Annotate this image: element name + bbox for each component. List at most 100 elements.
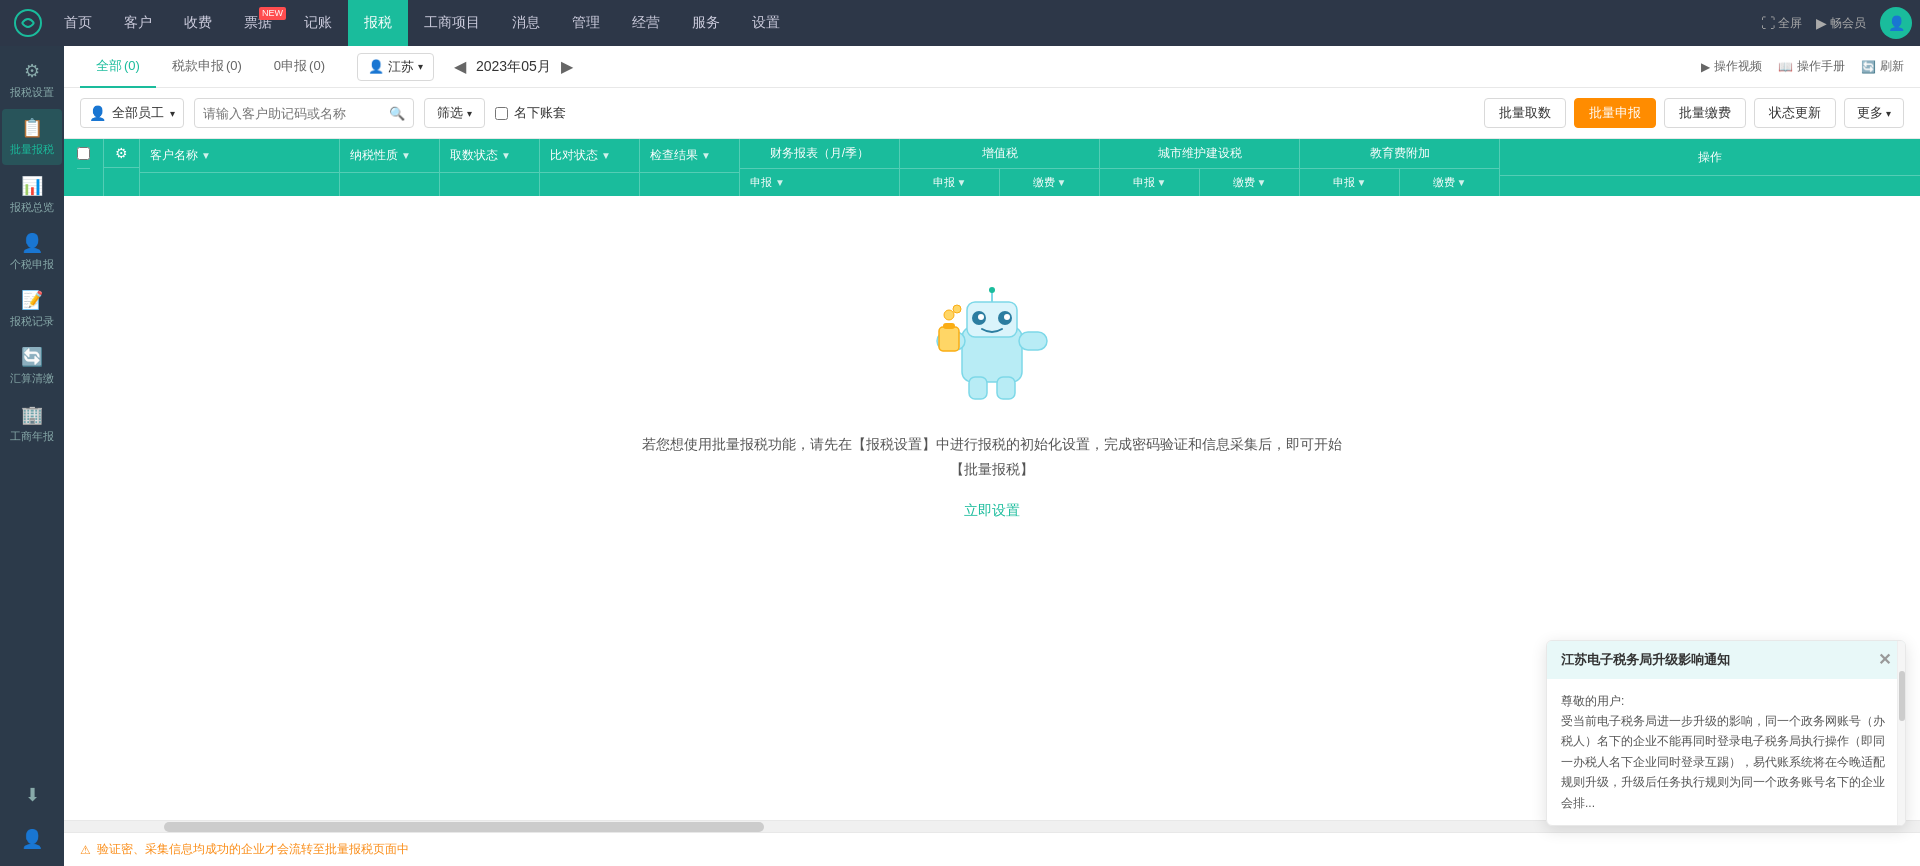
sidebar-label-annual-report: 工商年报 [10,429,54,443]
sidebar: ⚙ 报税设置 📋 批量报税 📊 报税总览 👤 个税申报 📝 报税记录 🔄 汇算清… [0,46,64,866]
nav-item-settings[interactable]: 设置 [736,0,796,46]
th-operation: 操作 [1500,139,1920,196]
notif-header: 江苏电子税务局升级影响通知 ✕ [1547,641,1905,679]
th-check-result: 检查结果 ▼ [640,139,740,196]
svg-point-16 [953,305,961,313]
action-manual[interactable]: 📖 操作手册 [1778,58,1845,75]
region-selector[interactable]: 👤 江苏 ▾ [357,53,434,81]
th-city-tax: 城市维护建设税 申报 ▼ 缴费 ▼ [1100,139,1300,196]
member-btn[interactable]: ▶ 畅会员 [1816,15,1866,32]
svg-rect-12 [997,377,1015,399]
th-edu-surcharge: 教育费附加 申报 ▼ 缴费 ▼ [1300,139,1500,196]
nav-item-client[interactable]: 客户 [108,0,168,46]
subaccount-checkbox-label[interactable]: 名下账套 [495,104,566,122]
subaccount-checkbox[interactable] [495,107,508,120]
sidebar-item-settlement[interactable]: 🔄 汇算清缴 [2,338,62,393]
sidebar-label-batch-tax: 批量报税 [10,142,54,156]
tab-zero-submit[interactable]: 0申报 (0) [258,46,341,88]
toolbar: 👤 全部员工 ▾ 🔍 筛选 ▾ 名下账套 批量取数 批量申报 批量缴费 状态更新 [64,88,1920,139]
warning-icon: ⚠ [80,843,91,857]
svg-point-0 [15,10,41,36]
action-refresh[interactable]: 🔄 刷新 [1861,58,1904,75]
sidebar-item-tax-overview[interactable]: 📊 报税总览 [2,167,62,222]
th-fetch-status: 取数状态 ▼ [440,139,540,196]
svg-point-6 [1004,314,1010,320]
nav-item-tax[interactable]: 报税 [348,0,408,46]
th-compare-status: 比对状态 ▼ [540,139,640,196]
tax-overview-icon: 📊 [21,175,43,197]
svg-point-8 [989,287,995,293]
svg-rect-11 [969,377,987,399]
svg-rect-10 [1019,332,1047,350]
sidebar-item-personal-tax[interactable]: 👤 个税申报 [2,224,62,279]
th-tax-type: 纳税性质 ▼ [340,139,440,196]
employee-select[interactable]: 👤 全部员工 ▾ [80,98,184,128]
notification-popup: 江苏电子税务局升级影响通知 ✕ 尊敬的用户: 受当前电子税务局进一步升级的影响，… [1546,640,1906,826]
chevron-down-icon: ▾ [1886,108,1891,119]
manual-icon: 📖 [1778,60,1793,74]
tab-all[interactable]: 全部 (0) [80,46,156,88]
search-box: 🔍 [194,98,414,128]
more-btn[interactable]: 更多 ▾ [1844,98,1904,128]
sidebar-item-user[interactable]: 👤 [2,820,62,858]
sidebar-item-download[interactable]: ⬇ [2,776,62,814]
employee-icon: 👤 [89,105,106,121]
svg-point-5 [978,314,984,320]
gear-icon: ⚙ [115,145,128,161]
bottom-bar: ⚠ 验证密、采集信息均成功的企业才会流转至批量报税页面中 [64,832,1920,866]
nav-item-message[interactable]: 消息 [496,0,556,46]
filter-btn[interactable]: 筛选 ▾ [424,98,485,128]
batch-submit-btn[interactable]: 批量申报 [1574,98,1656,128]
batch-tax-icon: 📋 [21,117,43,139]
sidebar-item-tax-records[interactable]: 📝 报税记录 [2,281,62,336]
nav-item-invoice[interactable]: 票据 NEW [228,0,288,46]
prev-month-btn[interactable]: ◀ [454,57,466,76]
badge-new: NEW [259,7,286,20]
nav-item-service[interactable]: 服务 [676,0,736,46]
nav-item-bookkeeping[interactable]: 记账 [288,0,348,46]
search-icon[interactable]: 🔍 [389,106,405,121]
empty-state: 若您想使用批量报税功能，请先在【报税设置】中进行报税的初始化设置，完成密码验证和… [64,196,1920,596]
th-gear[interactable]: ⚙ [104,139,140,196]
batch-pay-btn[interactable]: 批量缴费 [1664,98,1746,128]
th-client-name: 客户名称 ▼ [140,139,340,196]
sidebar-item-annual-report[interactable]: 🏢 工商年报 [2,396,62,451]
personal-tax-icon: 👤 [21,232,43,254]
avatar[interactable]: 👤 [1880,7,1912,39]
setup-link[interactable]: 立即设置 [964,502,1020,520]
action-video[interactable]: ▶ 操作视频 [1701,58,1762,75]
batch-fetch-btn[interactable]: 批量取数 [1484,98,1566,128]
th-finance-report: 财务报表（月/季） 申报 ▼ [740,139,900,196]
nav-item-home[interactable]: 首页 [48,0,108,46]
sidebar-item-tax-settings[interactable]: ⚙ 报税设置 [2,52,62,107]
th-checkbox[interactable] [64,139,104,196]
nav-item-operation[interactable]: 经营 [616,0,676,46]
nav-item-business[interactable]: 工商项目 [408,0,496,46]
next-month-btn[interactable]: ▶ [561,57,573,76]
search-input[interactable] [203,106,383,121]
region-icon: 👤 [368,59,384,74]
svg-rect-13 [939,327,959,351]
tab-tax-submit[interactable]: 税款申报 (0) [156,46,258,88]
table-head: ⚙ 客户名称 ▼ 纳税性质 ▼ [64,139,1920,196]
chevron-down-icon: ▾ [418,61,423,72]
nav-items: 首页 客户 收费 票据 NEW 记账 报税 工商项目 消息 管理 经营 [48,0,1761,46]
sidebar-item-batch-tax[interactable]: 📋 批量报税 [2,109,62,164]
fullscreen-btn[interactable]: ⛶ 全屏 [1761,15,1802,32]
status-update-btn[interactable]: 状态更新 [1754,98,1836,128]
nav-item-fee[interactable]: 收费 [168,0,228,46]
th-vat: 增值税 申报 ▼ 缴费 ▼ [900,139,1100,196]
logo[interactable] [8,3,48,43]
nav-item-manage[interactable]: 管理 [556,0,616,46]
select-all-checkbox[interactable] [77,147,90,160]
notif-close-btn[interactable]: ✕ [1878,652,1891,668]
sidebar-label-tax-settings: 报税设置 [10,85,54,99]
video-icon: ▶ [1701,60,1710,74]
user-icon: 👤 [21,828,43,850]
chevron-down-icon: ▾ [170,108,175,119]
month-display: 2023年05月 [476,58,551,76]
month-nav: ◀ 2023年05月 ▶ [454,57,573,76]
top-nav: 首页 客户 收费 票据 NEW 记账 报税 工商项目 消息 管理 经营 [0,0,1920,46]
tab-actions: ▶ 操作视频 📖 操作手册 🔄 刷新 [1701,58,1904,75]
refresh-icon: 🔄 [1861,60,1876,74]
